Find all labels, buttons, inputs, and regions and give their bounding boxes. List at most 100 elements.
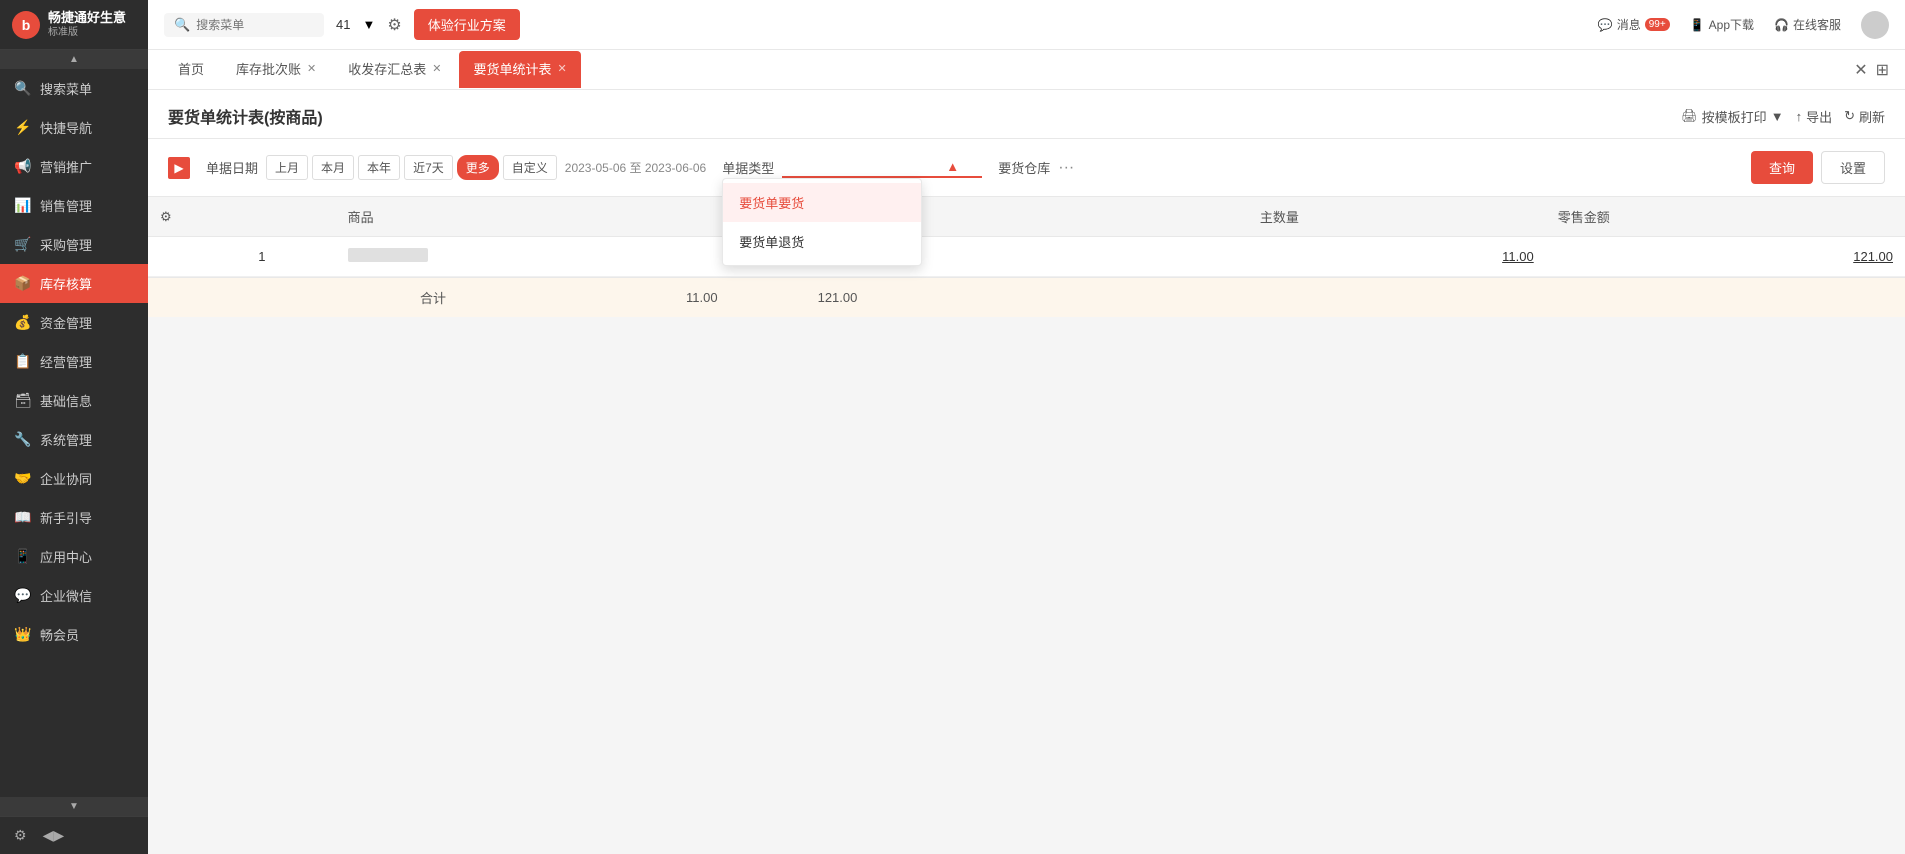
sidebar-item-purchase[interactable]: 🛒 采购管理 xyxy=(0,225,148,264)
app-download-btn[interactable]: 📱 App下载 xyxy=(1690,16,1754,33)
sidebar-scroll-up[interactable]: ▲ xyxy=(0,50,148,69)
tab-inventory-batch-close[interactable]: ✕ xyxy=(307,62,316,75)
warehouse-filter-label: 要货仓库 xyxy=(998,158,1050,177)
tab-inventory-batch[interactable]: 库存批次账 ✕ xyxy=(222,51,330,88)
sales-icon: 📊 xyxy=(14,197,32,214)
sidebar-item-search[interactable]: 🔍 搜索菜单 xyxy=(0,69,148,108)
type-select-input[interactable] xyxy=(786,159,946,174)
date-this-year-btn[interactable]: 本年 xyxy=(358,155,400,180)
tab-receivable-summary[interactable]: 收发存汇总表 ✕ xyxy=(334,51,455,88)
date-last-month-btn[interactable]: 上月 xyxy=(266,155,308,180)
sidebar-item-wechat[interactable]: 💬 企业微信 xyxy=(0,576,148,615)
date-buttons: 上月 本月 本年 近7天 更多 自定义 xyxy=(266,155,557,180)
message-badge: 99+ xyxy=(1645,18,1670,31)
tabbar-close-all[interactable]: ✕ xyxy=(1854,60,1867,80)
user-avatar[interactable] xyxy=(1861,11,1889,39)
sidebar-item-marketing[interactable]: 📢 营销推广 xyxy=(0,147,148,186)
quick-nav-icon: ⚡ xyxy=(14,119,32,136)
topbar-dropdown[interactable]: ▼ xyxy=(362,17,375,32)
print-dropdown-icon: ▼ xyxy=(1771,109,1784,124)
data-table: ⚙ 商品 主计量单位 主数量 零售金额 1 xyxy=(148,197,1905,277)
sidebar-label-inventory: 库存核算 xyxy=(40,274,92,293)
sidebar-label-operation: 经营管理 xyxy=(40,352,92,371)
date-more-btn[interactable]: 更多 xyxy=(457,155,499,180)
sidebar-item-apps[interactable]: 📱 应用中心 xyxy=(0,537,148,576)
tab-receivable-summary-close[interactable]: ✕ xyxy=(432,62,441,75)
bottom-expand-icon[interactable]: ◀▶ xyxy=(43,827,65,844)
wechat-icon: 💬 xyxy=(14,587,32,604)
export-btn[interactable]: ↑ 导出 xyxy=(1796,107,1833,126)
sidebar-item-cooperation[interactable]: 🤝 企业协同 xyxy=(0,459,148,498)
app-logo-icon: b xyxy=(12,11,40,39)
date-this-month-btn[interactable]: 本月 xyxy=(312,155,354,180)
tab-order-stats-label: 要货单统计表 xyxy=(473,59,551,78)
sidebar-item-sales[interactable]: 📊 销售管理 xyxy=(0,186,148,225)
sidebar-label-search: 搜索菜单 xyxy=(40,79,92,98)
bottom-gear-icon[interactable]: ⚙ xyxy=(14,827,27,844)
type-select-wrapper[interactable]: ▲ xyxy=(782,157,982,178)
online-service-label: 在线客服 xyxy=(1793,16,1841,33)
online-service-btn[interactable]: 🎧 在线客服 xyxy=(1774,16,1841,33)
main-area: 🔍 41 ▼ ⚙ 体验行业方案 💬 消息 99+ 📱 App下载 🎧 在线客服 xyxy=(148,0,1905,854)
tab-order-stats[interactable]: 要货单统计表 ✕ xyxy=(459,51,580,88)
date-custom-btn[interactable]: 自定义 xyxy=(503,155,557,180)
tabbar: 首页 库存批次账 ✕ 收发存汇总表 ✕ 要货单统计表 ✕ ✕ ⊞ xyxy=(148,50,1905,90)
apps-icon: 📱 xyxy=(14,548,32,565)
query-btn[interactable]: 查询 xyxy=(1751,151,1813,184)
type-chevron-up-icon[interactable]: ▲ xyxy=(946,159,959,174)
sidebar-nav: 🔍 搜索菜单 ⚡ 快捷导航 📢 营销推广 📊 销售管理 🛒 采购管理 📦 库存核… xyxy=(0,69,148,797)
sidebar-item-quick-nav[interactable]: ⚡ 快捷导航 xyxy=(0,108,148,147)
date-last-7days-btn[interactable]: 近7天 xyxy=(404,155,453,180)
message-icon: 💬 xyxy=(1598,18,1613,32)
sidebar-label-system: 系统管理 xyxy=(40,430,92,449)
sidebar-item-finance[interactable]: 💰 资金管理 xyxy=(0,303,148,342)
sidebar-item-guide[interactable]: 📖 新手引导 xyxy=(0,498,148,537)
footer-total-label: 合计 xyxy=(420,288,446,307)
warehouse-filter-group: 要货仓库 ··· xyxy=(998,158,1074,177)
topbar: 🔍 41 ▼ ⚙ 体验行业方案 💬 消息 99+ 📱 App下载 🎧 在线客服 xyxy=(148,0,1905,50)
type-dropdown: 要货单要货 要货单退货 xyxy=(722,178,922,266)
sidebar-item-operation[interactable]: 📋 经营管理 xyxy=(0,342,148,381)
print-btn[interactable]: 🖨 按模板打印 ▼ xyxy=(1681,107,1783,126)
filter-settings-btn[interactable]: 设置 xyxy=(1821,151,1885,184)
sidebar-label-purchase: 采购管理 xyxy=(40,235,92,254)
tab-home[interactable]: 首页 xyxy=(164,51,218,88)
sidebar-label-marketing: 营销推广 xyxy=(40,157,92,176)
sidebar-label-finance: 资金管理 xyxy=(40,313,92,332)
date-range-display: 2023-05-06 至 2023-06-06 xyxy=(565,159,706,176)
page-header: 要货单统计表(按商品) 🖨 按模板打印 ▼ ↑ 导出 ↻ 刷新 xyxy=(148,90,1905,139)
row-amount[interactable]: 121.00 xyxy=(1546,237,1905,277)
sidebar-item-inventory[interactable]: 📦 库存核算 xyxy=(0,264,148,303)
trial-btn[interactable]: 体验行业方案 xyxy=(414,9,520,40)
filter-expand-btn[interactable]: ▶ xyxy=(168,157,190,179)
date-filter-label: 单据日期 xyxy=(206,158,258,177)
topbar-search-input[interactable] xyxy=(196,18,296,32)
sidebar-item-system[interactable]: 🔧 系统管理 xyxy=(0,420,148,459)
sidebar-scroll-down[interactable]: ▼ xyxy=(0,797,148,816)
topbar-right: 💬 消息 99+ 📱 App下载 🎧 在线客服 xyxy=(1598,11,1889,39)
sidebar-bottom: ⚙ ◀▶ xyxy=(0,816,148,854)
tabbar-expand[interactable]: ⊞ xyxy=(1876,60,1889,80)
table-container: ⚙ 商品 主计量单位 主数量 零售金额 1 xyxy=(148,197,1905,277)
sidebar-item-basic[interactable]: 🗃 基础信息 xyxy=(0,381,148,420)
table-header: ⚙ 商品 主计量单位 主数量 零售金额 xyxy=(148,197,1905,237)
dropdown-item-tuihuo[interactable]: 要货单退货 xyxy=(723,222,921,261)
topbar-settings-icon[interactable]: ⚙ xyxy=(387,15,401,35)
row-quantity[interactable]: 11.00 xyxy=(1248,237,1546,277)
footer-total-amount: 121.00 xyxy=(818,290,858,305)
dropdown-item-yaohuo[interactable]: 要货单要货 xyxy=(723,183,921,222)
cooperation-icon: 🤝 xyxy=(14,470,32,487)
sidebar-label-sales: 销售管理 xyxy=(40,196,92,215)
sidebar: b 畅捷通好生意 标准版 ▲ 🔍 搜索菜单 ⚡ 快捷导航 📢 营销推广 📊 销售… xyxy=(0,0,148,854)
sidebar-item-member[interactable]: 👑 畅会员 xyxy=(0,615,148,654)
tab-home-label: 首页 xyxy=(178,59,204,78)
app-logo-text: 畅捷通好生意 标准版 xyxy=(48,10,126,40)
refresh-btn[interactable]: ↻ 刷新 xyxy=(1844,107,1885,126)
col-settings[interactable]: ⚙ xyxy=(148,197,188,237)
notification-btn[interactable]: 💬 消息 99+ xyxy=(1598,16,1670,33)
col-quantity: 主数量 xyxy=(1248,197,1546,237)
topbar-search-icon: 🔍 xyxy=(174,17,190,33)
tab-order-stats-close[interactable]: ✕ xyxy=(558,62,567,75)
tab-inventory-batch-label: 库存批次账 xyxy=(236,59,301,78)
warehouse-more-icon[interactable]: ··· xyxy=(1058,159,1074,177)
